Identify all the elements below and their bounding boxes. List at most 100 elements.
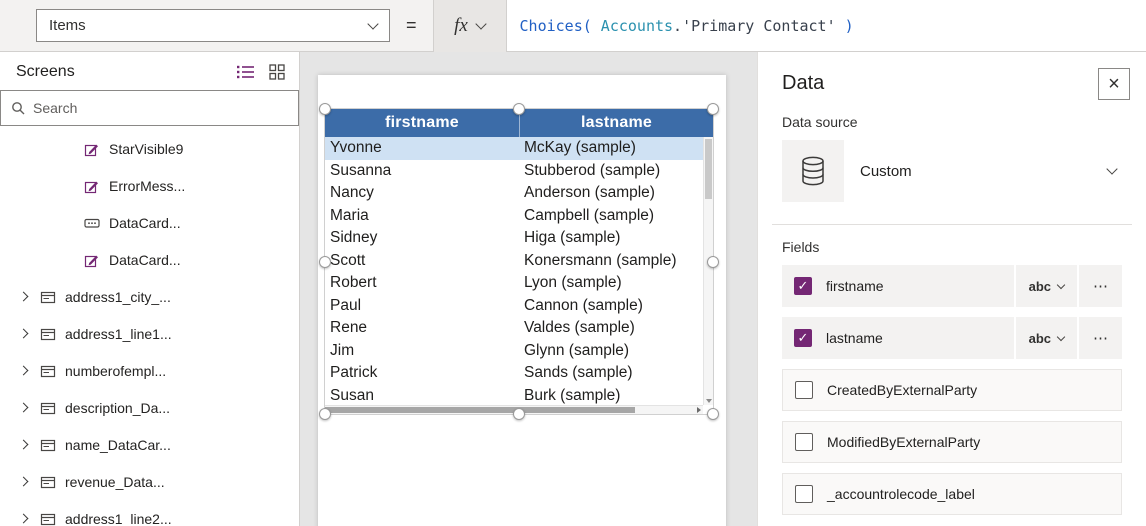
table-row[interactable]: Rene Valdes (sample) <box>325 317 713 340</box>
fx-selector[interactable]: fx <box>432 0 507 52</box>
tree-item[interactable]: revenue_Data... <box>0 463 299 500</box>
tree-item[interactable]: StarVisible9 <box>0 130 299 167</box>
tree-item-label: numberofempl... <box>65 362 167 379</box>
field-row[interactable]: ✓ firstname abc ⋯ <box>782 265 1122 307</box>
tree-item[interactable]: DataCard... <box>0 204 299 241</box>
tree-item[interactable]: address1_line2... <box>0 500 299 526</box>
fields-label: Fields <box>782 239 820 255</box>
table-cell: Maria <box>330 206 369 224</box>
table-cell: Burk (sample) <box>524 386 621 404</box>
tree-item-label: DataCard... <box>109 214 181 231</box>
chevron-right-icon[interactable] <box>18 365 29 376</box>
close-button[interactable]: × <box>1098 68 1130 100</box>
fx-label: fx <box>454 14 468 36</box>
data-table-control[interactable]: firstname lastname Yvonne McKay (sample) Su… <box>319 103 719 420</box>
tree-item[interactable]: address1_city_... <box>0 278 299 315</box>
chevron-down-icon <box>1056 280 1066 290</box>
selection-handle[interactable] <box>513 103 525 115</box>
field-name: _accountrolecode_label <box>827 486 975 502</box>
table-row[interactable]: Susan Burk (sample) <box>325 385 713 406</box>
table-row[interactable]: Paul Cannon (sample) <box>325 295 713 318</box>
tree-item-label: revenue_Data... <box>65 473 165 490</box>
chevron-right-icon[interactable] <box>18 513 29 524</box>
table-row[interactable]: Susanna Stubberod (sample) <box>325 160 713 183</box>
formula-token: 'Primary Contact' <box>682 16 836 35</box>
table-row[interactable]: Nancy Anderson (sample) <box>325 182 713 205</box>
column-header[interactable]: firstname <box>325 109 519 137</box>
scroll-down-arrow-icon[interactable] <box>706 399 712 403</box>
selection-handle[interactable] <box>707 408 719 420</box>
field-name: lastname <box>826 330 883 346</box>
table-cell: Konersmann (sample) <box>524 251 677 269</box>
field-more-button[interactable]: ⋯ <box>1077 265 1122 307</box>
field-type-dropdown[interactable]: abc <box>1013 265 1077 307</box>
field-checkbox[interactable] <box>795 485 813 503</box>
property-selector[interactable]: Items <box>36 9 390 42</box>
vertical-scrollbar-thumb[interactable] <box>705 139 712 199</box>
formula-input[interactable]: Choices( Accounts. 'Primary Contact' ) <box>506 0 1146 51</box>
field-more-button[interactable]: ⋯ <box>1077 317 1122 359</box>
table-row[interactable]: Patrick Sands (sample) <box>325 362 713 385</box>
pencil-icon <box>84 141 100 157</box>
column-header[interactable]: lastname <box>519 109 713 137</box>
scroll-right-arrow-icon[interactable] <box>697 407 701 413</box>
field-checkbox[interactable] <box>795 433 813 451</box>
formula-bar: Items = fx Choices( Accounts. 'Primary Co… <box>0 0 1146 52</box>
chevron-right-icon[interactable] <box>18 328 29 339</box>
pencil-icon <box>84 178 100 194</box>
screens-panel-header: Screens <box>0 52 299 90</box>
chevron-right-icon[interactable] <box>18 291 29 302</box>
tree-item-label: address1_line2... <box>65 510 172 526</box>
tree-view-icon[interactable] <box>237 65 255 79</box>
screens-title: Screens <box>16 63 75 80</box>
selection-handle[interactable] <box>319 408 331 420</box>
table-row[interactable]: Robert Lyon (sample) <box>325 272 713 295</box>
selection-handle[interactable] <box>707 103 719 115</box>
tree-item[interactable]: numberofempl... <box>0 352 299 389</box>
field-row[interactable]: ✓ lastname abc ⋯ <box>782 317 1122 359</box>
field-row[interactable]: ModifiedByExternalParty <box>782 421 1122 463</box>
tree-item[interactable]: name_DataCar... <box>0 426 299 463</box>
tree-item[interactable]: address1_line1... <box>0 315 299 352</box>
selection-handle[interactable] <box>513 408 525 420</box>
field-checkbox[interactable]: ✓ <box>794 329 812 347</box>
field-type-label: abc <box>1028 330 1051 346</box>
horizontal-scrollbar-thumb[interactable] <box>325 407 635 413</box>
field-row[interactable]: _accountrolecode_label <box>782 473 1122 515</box>
field-name: firstname <box>826 278 884 294</box>
chevron-right-icon[interactable] <box>18 439 29 450</box>
table-row[interactable]: Maria Campbell (sample) <box>325 205 713 228</box>
selection-handle[interactable] <box>319 255 331 268</box>
selection-handle[interactable] <box>707 255 719 268</box>
tree-item-label: StarVisible9 <box>109 140 184 157</box>
card-icon <box>40 511 56 526</box>
card-icon <box>40 326 56 342</box>
grid-view-icon[interactable] <box>269 64 285 80</box>
card-icon <box>40 289 56 305</box>
field-row[interactable]: CreatedByExternalParty <box>782 369 1122 411</box>
card-icon <box>40 474 56 490</box>
search-input[interactable] <box>33 100 288 116</box>
table-row[interactable]: Jim Glynn (sample) <box>325 340 713 363</box>
table-cell: Sands (sample) <box>524 364 633 381</box>
field-controls: abc ⋯ <box>1013 317 1122 359</box>
field-checkbox[interactable] <box>795 381 813 399</box>
chevron-right-icon[interactable] <box>18 402 29 413</box>
table-cell: Scott <box>330 251 366 269</box>
field-checkbox[interactable]: ✓ <box>794 277 812 295</box>
table-cell: Robert <box>330 274 377 291</box>
tree-item[interactable]: description_Da... <box>0 389 299 426</box>
vertical-scrollbar[interactable] <box>703 137 713 405</box>
table-row[interactable]: Scott Konersmann (sample) <box>325 250 713 273</box>
table-row[interactable]: Sidney Higa (sample) <box>325 227 713 250</box>
table-cell: Jim <box>330 341 355 359</box>
chevron-right-icon[interactable] <box>18 476 29 487</box>
tree-item[interactable]: ErrorMess... <box>0 167 299 204</box>
table-cell: Cannon (sample) <box>524 296 643 314</box>
data-source-selector[interactable]: Custom <box>782 140 1122 202</box>
field-type-dropdown[interactable]: abc <box>1013 317 1077 359</box>
table-row[interactable]: Yvonne McKay (sample) <box>325 137 713 160</box>
selection-handle[interactable] <box>319 103 331 115</box>
chevron-down-icon <box>1106 163 1118 175</box>
tree-item[interactable]: DataCard... <box>0 241 299 278</box>
